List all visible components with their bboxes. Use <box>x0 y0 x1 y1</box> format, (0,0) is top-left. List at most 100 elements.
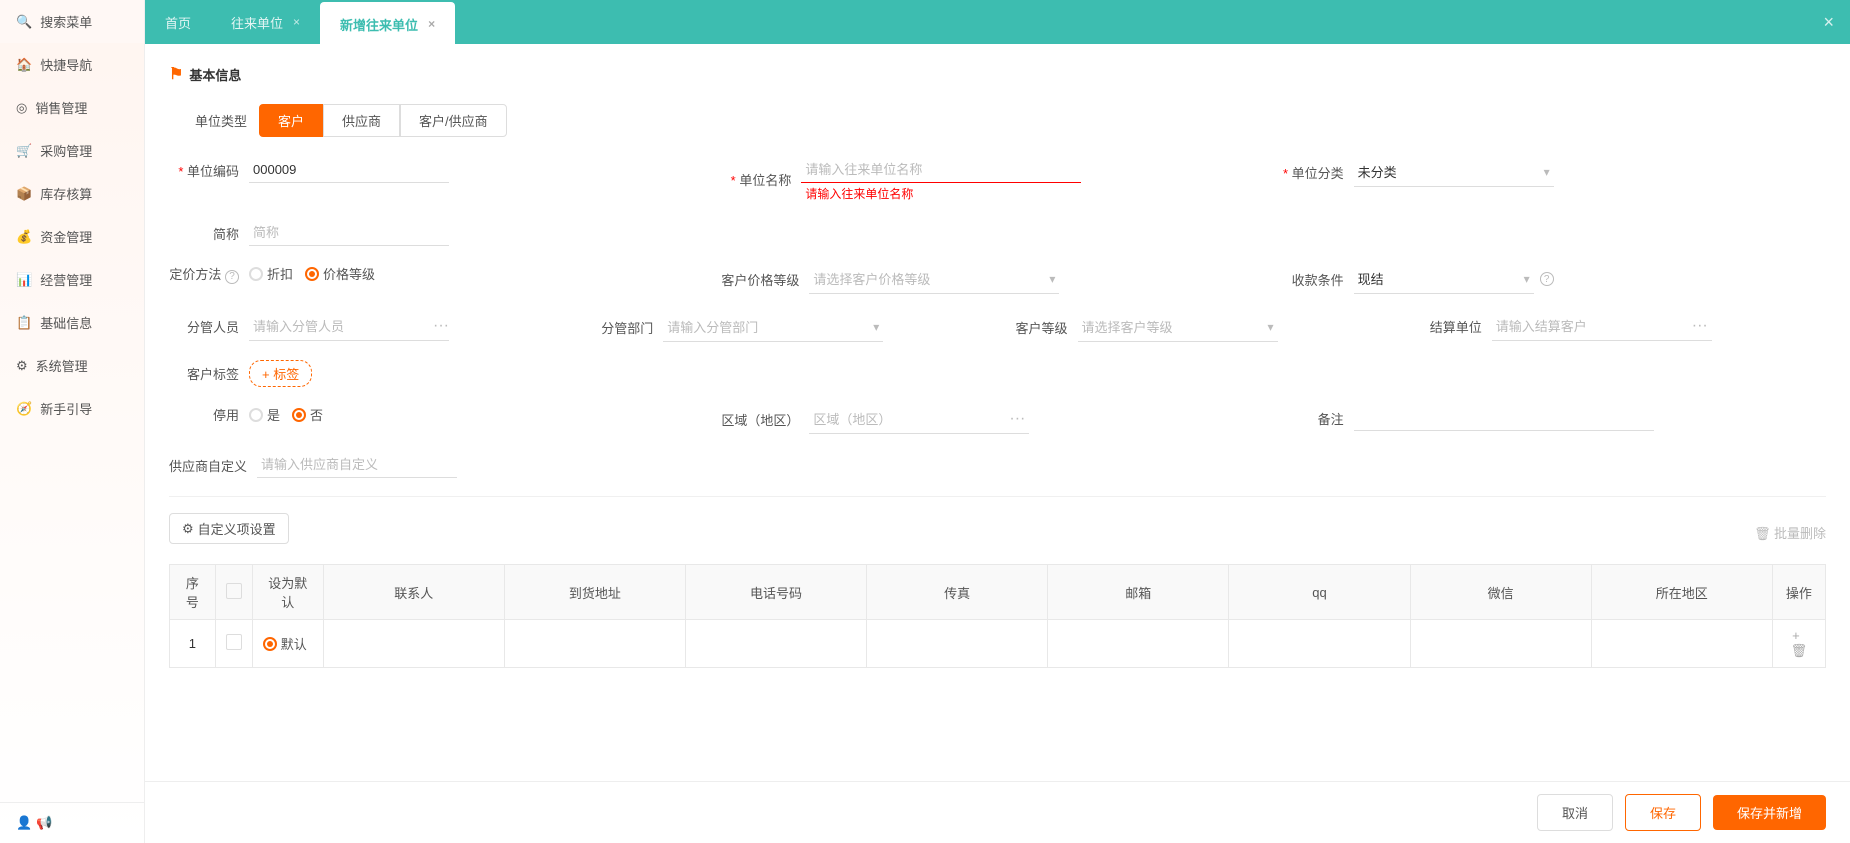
row-address-input[interactable] <box>515 636 675 651</box>
row-delete-icon[interactable]: 🗑 <box>1791 643 1808 658</box>
disable-radio-yes[interactable]: 是 <box>249 405 280 424</box>
price-level-radio-circle <box>305 267 319 281</box>
customer-level-placeholder: 请选择客户等级 <box>1082 317 1264 336</box>
th-wechat: 微信 <box>1410 565 1591 620</box>
custom-settings-button[interactable]: ⚙ 自定义项设置 <box>169 513 289 544</box>
row-phone-input[interactable] <box>696 636 856 651</box>
pricing-radio-discount[interactable]: 折扣 <box>249 264 293 283</box>
sidebar-item-label: 库存核算 <box>40 184 92 203</box>
row-qq-input[interactable] <box>1239 636 1399 651</box>
manager-more-icon[interactable]: ··· <box>433 317 449 335</box>
table-row: 1 默认 <box>170 620 1826 668</box>
disable-radio-no[interactable]: 否 <box>292 405 323 424</box>
field-customer-tag: 客户标签 + 标签 <box>169 360 1826 387</box>
tab-home[interactable]: 首页 <box>145 0 211 44</box>
unit-type-supplier-btn[interactable]: 供应商 <box>323 104 400 137</box>
tab-partner-close[interactable]: × <box>293 15 300 29</box>
sidebar-item-operations[interactable]: 📊 经营管理 <box>0 258 144 301</box>
sidebar-item-label: 经营管理 <box>40 270 92 289</box>
settlement-input[interactable] <box>1496 319 1688 334</box>
row-default-cell: 默认 <box>252 620 323 668</box>
main-content: 首页 往来单位 × 新增往来单位 × × ⚑ 基本信息 单位类型 客户 供应商 … <box>145 0 1850 843</box>
unit-type-both-btn[interactable]: 客户/供应商 <box>400 104 507 137</box>
section-title-basic: ⚑ 基本信息 <box>169 64 1826 84</box>
abbr-input[interactable] <box>249 220 449 246</box>
no-radio-circle <box>292 408 306 422</box>
guide-icon: 🧭 <box>16 401 32 417</box>
row-qq-cell <box>1229 620 1410 668</box>
field-customer-level: 客户等级 请选择客户等级 ▾ <box>998 312 1412 342</box>
customer-price-select[interactable]: 请选择客户价格等级 ▾ <box>809 264 1059 294</box>
row-email-input[interactable] <box>1058 636 1218 651</box>
manager-input[interactable] <box>253 319 429 334</box>
sidebar-item-basic[interactable]: 📋 基础信息 <box>0 301 144 344</box>
yes-radio-circle <box>249 408 263 422</box>
row-contact-input[interactable] <box>334 636 494 651</box>
customer-level-chevron-icon: ▾ <box>1267 320 1273 334</box>
field-unit-code: 单位编码 <box>169 157 721 183</box>
no-radio-label: 否 <box>310 405 323 424</box>
cancel-button[interactable]: 取消 <box>1537 794 1613 831</box>
unit-code-input[interactable] <box>249 157 449 183</box>
row-default-radio-circle <box>263 637 277 651</box>
row-wechat-input[interactable] <box>1421 636 1581 651</box>
tab-new-partner-close[interactable]: × <box>428 17 435 31</box>
disable-radio-group: 是 否 <box>249 405 323 424</box>
row-checkbox[interactable] <box>226 634 242 650</box>
row-add-icon[interactable]: + <box>1792 628 1800 643</box>
sidebar-item-system[interactable]: ⚙ 系统管理 <box>0 344 144 387</box>
sidebar-item-sales[interactable]: ◎ 销售管理 <box>0 86 144 129</box>
pricing-help-icon[interactable]: ? <box>225 270 239 284</box>
row-fax-input[interactable] <box>877 636 1037 651</box>
payment-help-icon[interactable]: ? <box>1540 272 1554 286</box>
tab-partner[interactable]: 往来单位 × <box>211 0 320 44</box>
customer-level-select[interactable]: 请选择客户等级 ▾ <box>1078 312 1278 342</box>
unit-category-select[interactable]: 未分类 ▾ <box>1354 157 1554 187</box>
pricing-radio-price-level[interactable]: 价格等级 <box>305 264 375 283</box>
save-button[interactable]: 保存 <box>1625 794 1701 831</box>
unit-name-input[interactable] <box>801 157 1081 183</box>
dept-select[interactable]: 请输入分管部门 ▾ <box>663 312 883 342</box>
row-region-input[interactable] <box>1602 636 1762 651</box>
payment-label: 收款条件 <box>1274 270 1354 289</box>
th-fax: 传真 <box>867 565 1048 620</box>
form-row-5: 客户标签 + 标签 <box>169 360 1826 387</box>
payment-value: 现结 <box>1358 269 1520 288</box>
window-close-button[interactable]: × <box>1807 12 1850 33</box>
region-more-icon[interactable]: ··· <box>1009 410 1025 428</box>
select-all-checkbox[interactable] <box>226 583 242 599</box>
row-default-radio[interactable]: 默认 <box>263 634 313 653</box>
purchase-icon: 🛒 <box>16 143 32 159</box>
sidebar-bottom: 👤 📢 <box>0 802 144 843</box>
sidebar-item-purchase[interactable]: 🛒 采购管理 <box>0 129 144 172</box>
row-phone-cell <box>685 620 866 668</box>
th-checkbox <box>215 565 252 620</box>
sidebar-item-finance[interactable]: 💰 资金管理 <box>0 215 144 258</box>
save-new-button[interactable]: 保存并新增 <box>1713 795 1826 830</box>
sidebar-item-quick-nav[interactable]: 🏠 快捷导航 <box>0 43 144 86</box>
unit-type-label: 单位类型 <box>169 111 259 130</box>
discount-radio-circle <box>249 267 263 281</box>
sidebar-item-inventory[interactable]: 📦 库存核算 <box>0 172 144 215</box>
batch-delete-label: 批量删除 <box>1774 526 1826 541</box>
tab-new-partner[interactable]: 新增往来单位 × <box>320 2 455 46</box>
sidebar-item-guide[interactable]: 🧭 新手引导 <box>0 387 144 430</box>
remark-input[interactable] <box>1354 405 1654 431</box>
field-settlement: 结算单位 ··· <box>1412 312 1826 341</box>
add-tag-button[interactable]: + 标签 <box>249 360 312 387</box>
unit-type-customer-btn[interactable]: 客户 <box>259 104 323 137</box>
settlement-more-icon[interactable]: ··· <box>1692 317 1708 335</box>
unit-code-label: 单位编码 <box>169 161 249 180</box>
supplier-custom-input[interactable] <box>257 452 457 478</box>
section-title-text: 基本信息 <box>189 65 241 84</box>
batch-delete-button[interactable]: 🗑 批量删除 <box>1754 523 1826 542</box>
payment-select[interactable]: 现结 ▾ <box>1354 264 1534 294</box>
form-row-1: 单位编码 单位名称 请输入往来单位名称 单位分类 未分类 ▾ <box>169 157 1826 202</box>
sidebar-search-item[interactable]: 🔍 搜索菜单 <box>0 0 144 43</box>
form-footer: 取消 保存 保存并新增 <box>145 781 1850 843</box>
region-input[interactable] <box>813 412 1005 427</box>
unit-type-row: 单位类型 客户 供应商 客户/供应商 <box>169 104 1826 137</box>
field-supplier-custom: 供应商自定义 <box>169 452 1826 478</box>
row-action-cell: + 🗑 <box>1772 620 1825 668</box>
custom-settings-label: 自定义项设置 <box>198 519 276 538</box>
